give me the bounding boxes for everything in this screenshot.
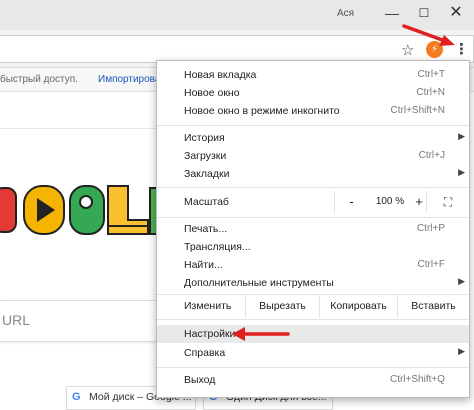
menu-item-shortcut: Ctrl+Shift+N	[390, 105, 445, 116]
menu-item-more-tools[interactable]: Дополнительные инструменты ▶	[157, 274, 469, 292]
cut-button[interactable]: Вырезать	[245, 294, 319, 318]
zoom-in-button[interactable]: +	[412, 191, 426, 213]
menu-item-shortcut: Ctrl+N	[416, 87, 445, 98]
menu-item-settings[interactable]: Настройки	[157, 325, 469, 343]
menu-item-history[interactable]: История ▶	[157, 129, 469, 147]
menu-item-label: Найти...	[184, 259, 223, 271]
menu-item-label: Печать...	[184, 223, 228, 235]
edit-row: Изменить Вырезать Копировать Вставить	[157, 294, 469, 318]
google-icon: G	[72, 391, 81, 403]
submenu-arrow-icon: ▶	[458, 346, 465, 356]
menu-item-find[interactable]: Найти... Ctrl+F	[157, 256, 469, 274]
google-doodle-image[interactable]	[0, 180, 160, 240]
zoom-level: 100 %	[375, 196, 405, 207]
submenu-arrow-icon: ▶	[458, 167, 465, 177]
menu-item-shortcut: Ctrl+F	[417, 259, 446, 270]
extension-icon[interactable]: ⚡	[426, 41, 443, 58]
menu-item-label: Загрузки	[184, 150, 227, 162]
bookmarks-hint: быстрый доступ.	[0, 74, 78, 85]
menu-item-shortcut: Ctrl+P	[416, 223, 445, 234]
menu-item-label: Новое окно в режиме инкогнито	[184, 105, 340, 117]
submenu-arrow-icon: ▶	[458, 276, 465, 286]
minimize-icon[interactable]: —	[378, 3, 406, 23]
menu-item-label: Настройки	[184, 328, 236, 340]
menu-separator	[157, 319, 469, 320]
menu-item-label: Дополнительные инструменты	[184, 277, 334, 289]
menu-item-label: Новая вкладка	[184, 69, 257, 81]
menu-item-downloads[interactable]: Загрузки Ctrl+J	[157, 147, 469, 165]
menu-item-print[interactable]: Печать... Ctrl+P	[157, 220, 469, 238]
maximize-icon[interactable]: ☐	[410, 3, 438, 23]
menu-kebab-icon[interactable]: ⋮	[454, 40, 469, 58]
copy-button[interactable]: Копировать	[319, 294, 397, 318]
menu-item-help[interactable]: Справка ▶	[157, 344, 469, 362]
close-icon[interactable]: ✕	[442, 3, 470, 23]
menu-item-shortcut: Ctrl+J	[418, 150, 445, 161]
menu-item-new-tab[interactable]: Новая вкладка Ctrl+T	[157, 66, 469, 84]
page-divider	[0, 128, 160, 129]
fullscreen-icon[interactable]: ⛶	[426, 191, 469, 213]
menu-separator	[157, 367, 469, 368]
menu-item-new-window[interactable]: Новое окно Ctrl+N	[157, 84, 469, 102]
menu-item-label: Выход	[184, 374, 216, 386]
edit-label: Изменить	[184, 300, 232, 312]
zoom-label: Масштаб	[184, 196, 229, 208]
menu-item-label: Трансляция...	[184, 241, 251, 253]
menu-item-cast[interactable]: Трансляция...	[157, 238, 469, 256]
profile-name[interactable]: Ася	[337, 8, 354, 19]
title-bar: Ася — ☐ ✕	[0, 0, 474, 30]
zoom-out-button[interactable]: -	[334, 191, 368, 213]
menu-item-shortcut: Ctrl+Shift+Q	[389, 374, 445, 385]
paste-button[interactable]: Вставить	[397, 294, 469, 318]
menu-item-label: Новое окно	[184, 87, 240, 99]
zoom-row: Масштаб - 100 % + ⛶	[157, 190, 469, 214]
menu-separator	[157, 217, 469, 218]
menu-item-label: История	[184, 132, 225, 144]
menu-item-exit[interactable]: Выход Ctrl+Shift+Q	[157, 371, 469, 389]
menu-item-label: Справка	[184, 347, 226, 359]
bookmark-star-icon[interactable]: ☆	[401, 41, 414, 59]
menu-item-label: Закладки	[184, 168, 230, 180]
chrome-main-menu: Новая вкладка Ctrl+T Новое окно Ctrl+N Н…	[156, 60, 470, 398]
menu-item-incognito-window[interactable]: Новое окно в режиме инкогнито Ctrl+Shift…	[157, 102, 469, 120]
search-placeholder: URL	[2, 312, 31, 328]
menu-item-bookmarks[interactable]: Закладки ▶	[157, 165, 469, 183]
menu-separator	[157, 187, 469, 188]
menu-item-shortcut: Ctrl+T	[417, 69, 446, 80]
submenu-arrow-icon: ▶	[458, 131, 465, 141]
menu-separator	[157, 125, 469, 126]
